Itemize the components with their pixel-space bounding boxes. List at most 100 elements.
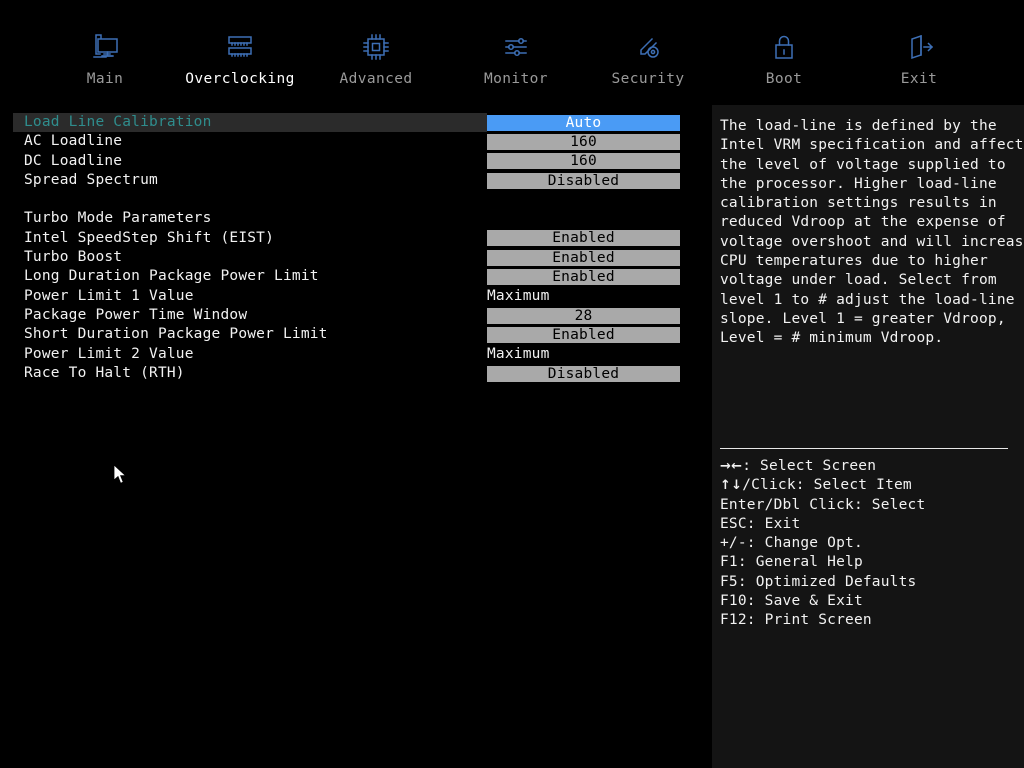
tab-security[interactable]: Security bbox=[578, 30, 718, 87]
legend-text: F5: Optimized Defaults bbox=[720, 573, 917, 590]
tab-monitor[interactable]: Monitor bbox=[446, 30, 586, 87]
legend-key-glyph: ↑↓ bbox=[720, 478, 743, 494]
value-readonly-power-limit-1-value: Maximum bbox=[487, 288, 550, 305]
legend-text: : Select Screen bbox=[742, 458, 877, 474]
value-select-package-power-time-window[interactable]: 28 bbox=[487, 307, 680, 324]
settings-row-dc-loadline[interactable]: DC Loadline bbox=[13, 152, 487, 171]
cpu-chip-icon bbox=[360, 30, 392, 64]
value-row: Maximum bbox=[487, 287, 680, 306]
value-select-short-duration-package-power-limit[interactable]: Enabled bbox=[487, 326, 680, 343]
value-row: 160 bbox=[487, 132, 680, 151]
value-select-turbo-boost[interactable]: Enabled bbox=[487, 249, 680, 266]
help-line: The load-line is defined by the bbox=[720, 118, 997, 134]
tab-label: Overclocking bbox=[185, 71, 295, 87]
settings-row-turbo-mode-parameters[interactable]: Turbo Mode Parameters bbox=[13, 209, 487, 228]
legend-text: F10: Save & Exit bbox=[720, 593, 863, 610]
legend-text: F12: Print Screen bbox=[720, 612, 872, 629]
help-panel: The load-line is defined by the Intel VRM… bbox=[712, 105, 1024, 768]
legend-line: F10: Save & Exit bbox=[720, 592, 1020, 611]
tab-exit[interactable]: Exit bbox=[849, 30, 989, 87]
help-description-text: The load-line is defined by the Intel VRM… bbox=[720, 117, 1024, 349]
legend-line: ESC: Exit bbox=[720, 515, 1020, 534]
sliders-icon bbox=[500, 30, 532, 64]
mouse-pointer-icon bbox=[113, 464, 127, 484]
help-line: reduced Vdroop at the expense of bbox=[720, 214, 1006, 231]
settings-row-package-power-time-window[interactable]: Package Power Time Window bbox=[13, 306, 487, 325]
tab-label: Monitor bbox=[484, 71, 548, 87]
tab-advanced[interactable]: Advanced bbox=[306, 30, 446, 87]
value-row: Auto bbox=[487, 113, 680, 132]
help-line: calibration settings results in bbox=[720, 195, 997, 212]
value-readonly-power-limit-2-value: Maximum bbox=[487, 346, 550, 363]
settings-row-short-duration-package-power-limit[interactable]: Short Duration Package Power Limit bbox=[13, 325, 487, 344]
settings-row-label: Intel SpeedStep Shift (EIST) bbox=[24, 229, 275, 246]
legend-text: /Click: Select Item bbox=[742, 477, 912, 494]
settings-row-label: DC Loadline bbox=[24, 152, 123, 169]
tab-label: Security bbox=[611, 71, 685, 87]
legend-key-glyph: →← bbox=[720, 459, 743, 474]
value-select-intel-speedstep-shift-eist[interactable]: Enabled bbox=[487, 230, 680, 247]
help-line: level 1 to # adjust the load-line bbox=[720, 291, 1015, 308]
value-select-dc-loadline[interactable]: 160 bbox=[487, 153, 680, 170]
tab-boot[interactable]: Boot bbox=[714, 30, 854, 87]
settings-row-intel-speedstep-shift-eist[interactable]: Intel SpeedStep Shift (EIST) bbox=[13, 229, 487, 248]
value-row: Disabled bbox=[487, 171, 680, 190]
settings-row-long-duration-package-power-limit[interactable]: Long Duration Package Power Limit bbox=[13, 267, 487, 286]
desktop-monitor-icon bbox=[89, 30, 121, 64]
settings-row-label: Turbo Mode Parameters bbox=[24, 210, 212, 227]
help-line: voltage overshoot and will increase bbox=[720, 233, 1024, 250]
settings-row-label: AC Loadline bbox=[24, 133, 123, 150]
tab-label: Boot bbox=[765, 71, 803, 87]
value-select-ac-loadline[interactable]: 160 bbox=[487, 133, 680, 150]
legend-line: Enter/Dbl Click: Select bbox=[720, 496, 1020, 515]
legend-text: F1: General Help bbox=[720, 554, 863, 571]
help-line: the level of voltage supplied to bbox=[720, 156, 1006, 173]
exit-door-arrow-icon bbox=[903, 30, 935, 64]
key-legend: →←: Select Screen ↑↓/Click: Select Item En… bbox=[720, 457, 1020, 631]
settings-row-ac-loadline[interactable]: AC Loadline bbox=[13, 132, 487, 151]
tab-label: Main bbox=[86, 71, 124, 87]
settings-row-race-to-halt-rth[interactable]: Race To Halt (RTH) bbox=[13, 364, 487, 383]
value-row: 28 bbox=[487, 306, 680, 325]
settings-row-label: Long Duration Package Power Limit bbox=[24, 268, 319, 285]
settings-row-label: Turbo Boost bbox=[24, 249, 123, 266]
bios-setup-screen: Main Overclocking Advanced Monitor Security B… bbox=[0, 0, 1024, 768]
value-row: 160 bbox=[487, 152, 680, 171]
settings-row-power-limit-1-value[interactable]: Power Limit 1 Value bbox=[13, 287, 487, 306]
settings-row-load-line-calibration[interactable]: Load Line Calibration bbox=[13, 113, 487, 133]
ram-module-icon bbox=[224, 30, 256, 64]
help-line: the processor. Higher load-line bbox=[720, 175, 997, 192]
value-row: Maximum bbox=[487, 345, 680, 364]
legend-line: →←: Select Screen bbox=[720, 457, 1020, 476]
tab-overclocking[interactable]: Overclocking bbox=[170, 30, 310, 87]
main-tab-bar: Main Overclocking Advanced Monitor Security B… bbox=[0, 30, 1024, 100]
legend-text: ESC: Exit bbox=[720, 515, 801, 532]
settings-row-label: Power Limit 2 Value bbox=[24, 345, 194, 362]
settings-row-spread-spectrum[interactable]: Spread Spectrum bbox=[13, 171, 487, 190]
legend-line: F5: Optimized Defaults bbox=[720, 573, 1020, 592]
value-select-race-to-halt-rth[interactable]: Disabled bbox=[487, 365, 680, 382]
settings-row-turbo-boost[interactable]: Turbo Boost bbox=[13, 248, 487, 267]
tab-label: Exit bbox=[900, 71, 938, 87]
help-line: Intel VRM specification and affects bbox=[720, 137, 1024, 154]
settings-row-power-limit-2-value[interactable]: Power Limit 2 Value bbox=[13, 345, 487, 364]
settings-list: Load Line Calibration AC Loadline DC Loadl… bbox=[13, 113, 487, 383]
help-line: Level = # minimum Vdroop. bbox=[720, 330, 944, 347]
value-row: Enabled bbox=[487, 248, 680, 267]
help-line: CPU temperatures due to higher bbox=[720, 253, 988, 270]
legend-line: ↑↓/Click: Select Item bbox=[720, 476, 1020, 495]
value-select-spread-spectrum[interactable]: Disabled bbox=[487, 172, 680, 189]
key-icon bbox=[632, 30, 664, 64]
settings-row-label: Race To Halt (RTH) bbox=[24, 364, 185, 381]
value-select-load-line-calibration[interactable]: Auto bbox=[487, 114, 680, 131]
value-row: Enabled bbox=[487, 325, 680, 344]
legend-text: +/-: Change Opt. bbox=[720, 535, 863, 552]
lock-icon bbox=[768, 30, 800, 64]
settings-row-spacer bbox=[13, 190, 487, 209]
legend-text: Enter/Dbl Click: Select bbox=[720, 496, 926, 513]
tab-main[interactable]: Main bbox=[35, 30, 175, 87]
value-select-long-duration-package-power-limit[interactable]: Enabled bbox=[487, 269, 680, 286]
settings-row-label: Spread Spectrum bbox=[24, 171, 158, 188]
legend-line: F12: Print Screen bbox=[720, 611, 1020, 630]
value-row: Disabled bbox=[487, 364, 680, 383]
